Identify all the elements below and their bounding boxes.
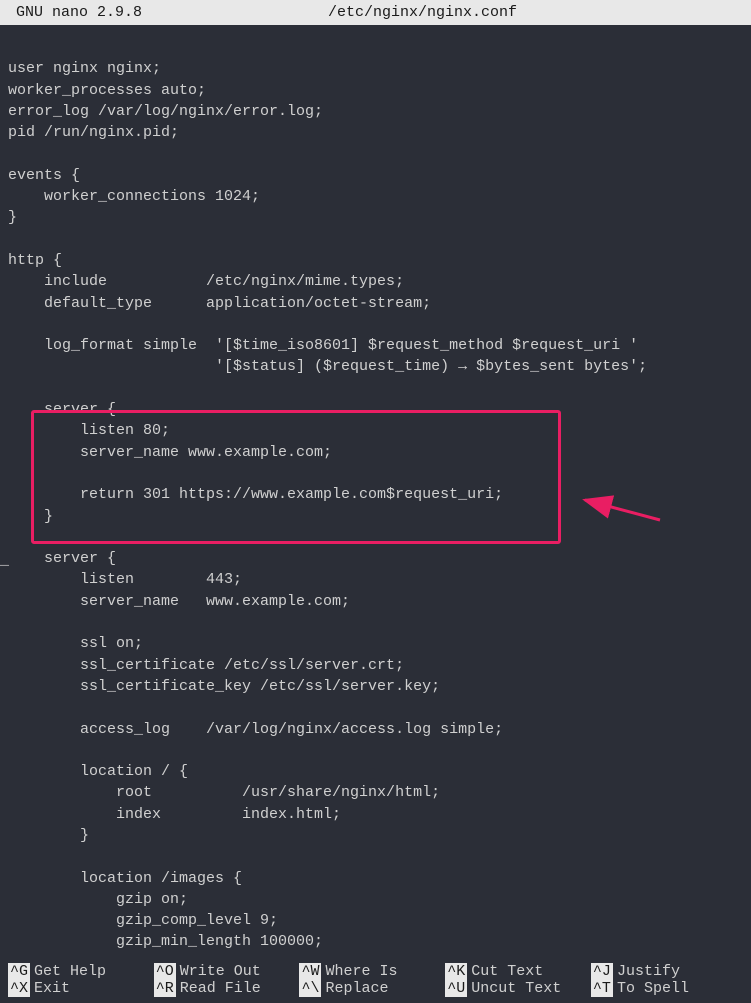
- shortcut-label: Uncut Text: [471, 980, 561, 997]
- shortcut-label: Get Help: [34, 963, 106, 980]
- shortcut-key: ^W: [299, 963, 321, 980]
- shortcut-key: ^R: [154, 980, 176, 997]
- shortcut-label: Cut Text: [471, 963, 543, 980]
- footer-row2-item-0: ^X Exit: [8, 980, 154, 997]
- shortcut-key: ^J: [591, 963, 613, 980]
- shortcut-label: Read File: [180, 980, 261, 997]
- footer-row1-item-0: ^G Get Help: [8, 963, 154, 980]
- app-name-text: GNU nano: [16, 4, 88, 21]
- titlebar-spacer: [703, 4, 743, 21]
- shortcut-key: ^X: [8, 980, 30, 997]
- titlebar: GNU nano 2.9.8 /etc/nginx/nginx.conf: [0, 0, 751, 25]
- shortcut-label: To Spell: [617, 980, 689, 997]
- footer-row1-item-1: ^O Write Out: [154, 963, 300, 980]
- code-text[interactable]: user nginx nginx; worker_processes auto;…: [8, 60, 647, 950]
- shortcut-label: Write Out: [180, 963, 261, 980]
- footer-shortcuts: ^G Get Help^O Write Out^W Where Is^K Cut…: [0, 961, 751, 1003]
- footer-row2-item-4: ^T To Spell: [591, 980, 743, 997]
- shortcut-key: ^\: [299, 980, 321, 997]
- shortcut-label: Where Is: [325, 963, 397, 980]
- shortcut-key: ^T: [591, 980, 613, 997]
- footer-row2-item-1: ^R Read File: [154, 980, 300, 997]
- app-name: GNU nano 2.9.8: [8, 4, 142, 21]
- shortcut-label: Replace: [325, 980, 388, 997]
- footer-row2-item-2: ^\ Replace: [299, 980, 445, 997]
- shortcut-key: ^G: [8, 963, 30, 980]
- cursor-mark: _: [0, 550, 9, 571]
- shortcut-key: ^O: [154, 963, 176, 980]
- shortcut-label: Exit: [34, 980, 70, 997]
- footer-row1-item-2: ^W Where Is: [299, 963, 445, 980]
- footer-row2-item-3: ^U Uncut Text: [445, 980, 591, 997]
- file-path: /etc/nginx/nginx.conf: [142, 4, 703, 21]
- footer-row1-item-4: ^J Justify: [591, 963, 743, 980]
- shortcut-key: ^K: [445, 963, 467, 980]
- shortcut-key: ^U: [445, 980, 467, 997]
- app-version: 2.9.8: [97, 4, 142, 21]
- editor-content[interactable]: user nginx nginx; worker_processes auto;…: [0, 25, 751, 974]
- shortcut-label: Justify: [617, 963, 680, 980]
- footer-row1-item-3: ^K Cut Text: [445, 963, 591, 980]
